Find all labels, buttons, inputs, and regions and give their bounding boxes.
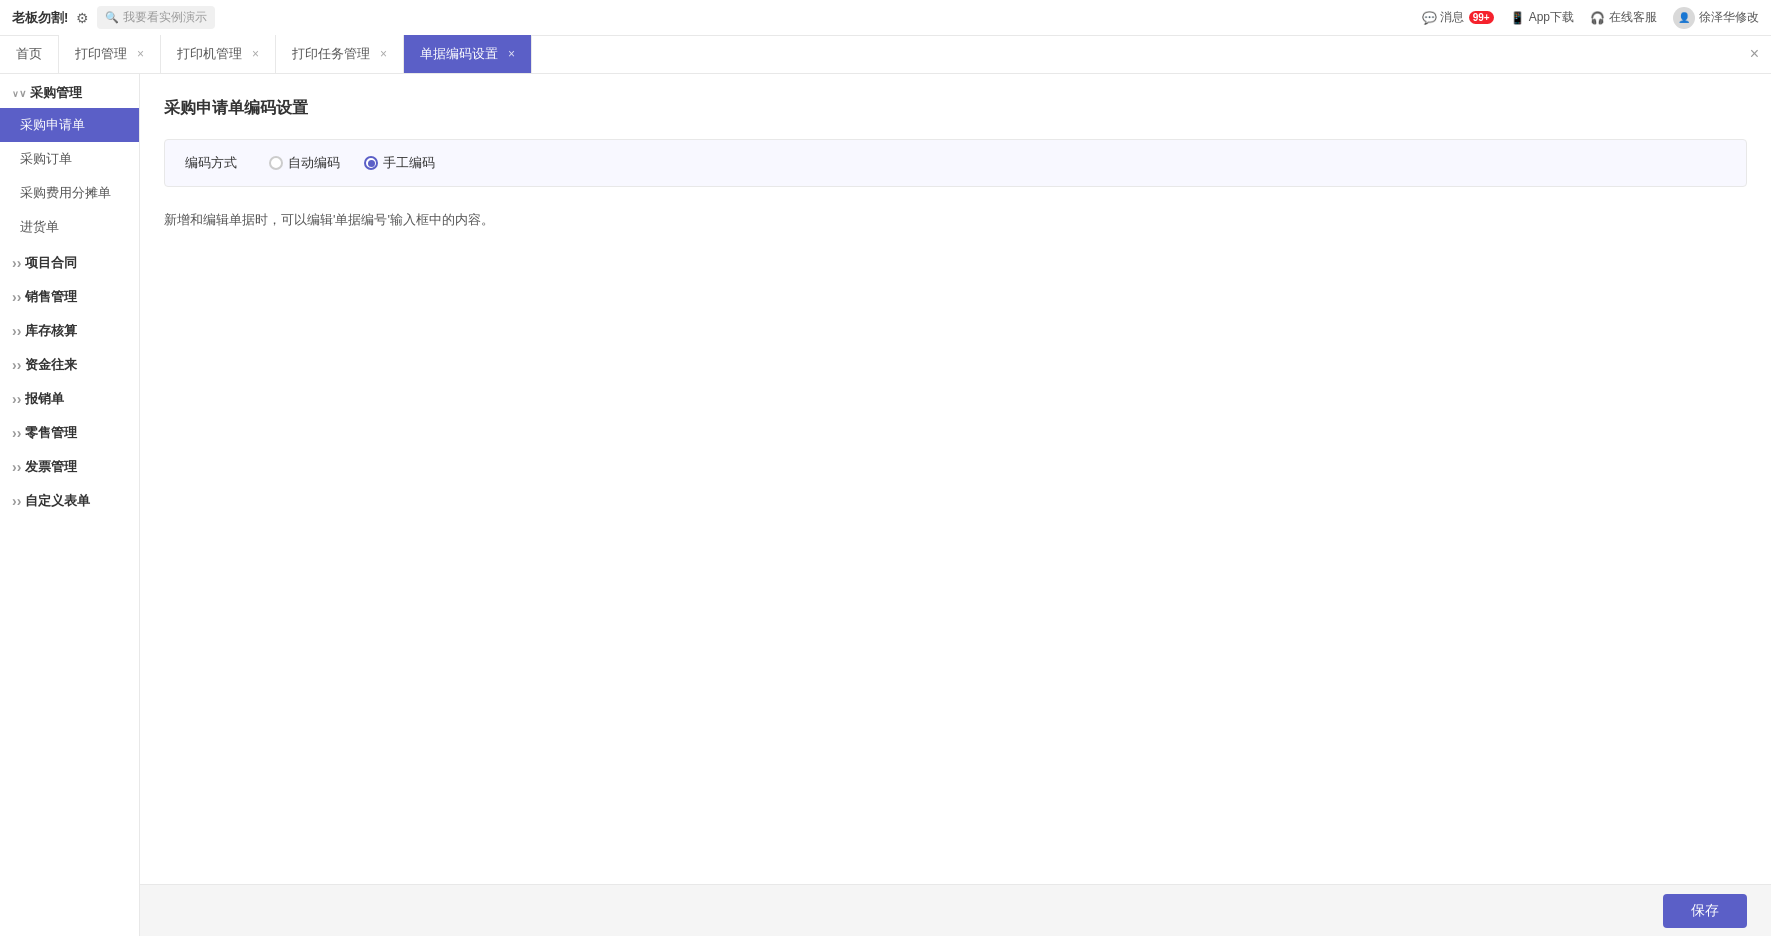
project-group-chevron: › [12,255,21,271]
online-service-label: 在线客服 [1609,9,1657,26]
search-bar[interactable]: 🔍 我要看实例演示 [97,6,215,29]
expense-group-label: 报销单 [25,390,64,408]
finance-group-chevron: › [12,357,21,373]
sidebar-item-purchase-expense[interactable]: 采购费用分摊单 [0,176,139,210]
sidebar-group-custom-title[interactable]: › 自定义表单 [0,482,139,516]
online-service[interactable]: 🎧 在线客服 [1590,9,1657,26]
sidebar-group-retail-title[interactable]: › 零售管理 [0,414,139,448]
top-bar-right: 💬 消息 99+ 📱 App下载 🎧 在线客服 👤 徐泽华修改 [1422,7,1759,29]
sidebar-group-purchase-title[interactable]: ∨ 采购管理 [0,74,139,108]
search-placeholder: 我要看实例演示 [123,9,207,26]
sidebar-group-inventory-title[interactable]: › 库存核算 [0,312,139,346]
retail-group-chevron: › [12,425,21,441]
sidebar-group-inventory: › 库存核算 [0,312,139,346]
notice-icon: 💬 [1422,11,1437,25]
global-close-button[interactable]: × [1738,35,1771,73]
custom-group-label: 自定义表单 [25,492,90,510]
notice-area[interactable]: 💬 消息 99+ [1422,9,1494,26]
sidebar-group-sales: › 销售管理 [0,278,139,312]
tabs-bar: 首页 打印管理 × 打印机管理 × 打印任务管理 × 单据编码设置 × × [0,36,1771,74]
sidebar-item-purchase-receipt[interactable]: 进货单 [0,210,139,244]
sidebar-group-custom: › 自定义表单 [0,482,139,516]
sidebar-group-finance: › 资金往来 [0,346,139,380]
retail-group-label: 零售管理 [25,424,77,442]
save-button[interactable]: 保存 [1663,894,1747,928]
hint-text: 新增和编辑单据时，可以编辑'单据编号'输入框中的内容。 [164,203,1747,237]
auto-encode-option[interactable]: 自动编码 [269,154,340,172]
main-layout: ∨ 采购管理 采购申请单 采购订单 采购费用分摊单 进货单 › 项目合同 [0,74,1771,936]
sidebar-group-project-title[interactable]: › 项目合同 [0,244,139,278]
headset-icon: 🎧 [1590,11,1605,25]
page-title: 采购申请单编码设置 [164,98,1747,119]
encoding-label: 编码方式 [185,154,237,172]
tab-print-management-label: 打印管理 [75,45,127,63]
notice-label: 消息 [1440,9,1464,26]
manual-encode-label: 手工编码 [383,154,435,172]
content-footer: 保存 [140,884,1771,936]
top-bar: 老板勿割! ⚙ 🔍 我要看实例演示 💬 消息 99+ 📱 App下载 🎧 在线客… [0,0,1771,36]
settings-icon[interactable]: ⚙ [76,10,89,26]
app-download[interactable]: 📱 App下载 [1510,9,1574,26]
sidebar-group-finance-title[interactable]: › 资金往来 [0,346,139,380]
tab-barcode-settings-label: 单据编码设置 [420,45,498,63]
tab-home-label: 首页 [16,45,42,63]
tab-printer-management-close[interactable]: × [252,47,259,61]
tab-home[interactable]: 首页 [0,35,59,73]
sidebar-group-sales-title[interactable]: › 销售管理 [0,278,139,312]
content-area: 采购申请单编码设置 编码方式 自动编码 手工编码 新增和编辑单据时，可以编辑'单… [140,74,1771,936]
user-info[interactable]: 👤 徐泽华修改 [1673,7,1759,29]
auto-encode-radio[interactable] [269,156,283,170]
sidebar-group-expense: › 报销单 [0,380,139,414]
sidebar: ∨ 采购管理 采购申请单 采购订单 采购费用分摊单 进货单 › 项目合同 [0,74,140,936]
top-bar-left: 老板勿割! ⚙ 🔍 我要看实例演示 [12,6,215,29]
inventory-group-label: 库存核算 [25,322,77,340]
auto-encode-label: 自动编码 [288,154,340,172]
tab-barcode-settings[interactable]: 单据编码设置 × [404,35,532,73]
content-main: 采购申请单编码设置 编码方式 自动编码 手工编码 新增和编辑单据时，可以编辑'单… [140,74,1771,884]
search-icon: 🔍 [105,11,119,24]
tab-print-management-close[interactable]: × [137,47,144,61]
encoding-section: 编码方式 自动编码 手工编码 [164,139,1747,187]
expense-group-chevron: › [12,391,21,407]
tab-print-management[interactable]: 打印管理 × [59,35,161,73]
invoice-group-chevron: › [12,459,21,475]
sidebar-group-retail: › 零售管理 [0,414,139,448]
user-name: 徐泽华修改 [1699,9,1759,26]
sidebar-group-invoice: › 发票管理 [0,448,139,482]
finance-group-label: 资金往来 [25,356,77,374]
project-group-label: 项目合同 [25,254,77,272]
sidebar-group-project: › 项目合同 [0,244,139,278]
sidebar-item-purchase-request[interactable]: 采购申请单 [0,108,139,142]
sales-group-chevron: › [12,289,21,305]
app-download-label: App下载 [1529,9,1574,26]
manual-encode-option[interactable]: 手工编码 [364,154,435,172]
sidebar-group-purchase: ∨ 采购管理 采购申请单 采购订单 采购费用分摊单 进货单 [0,74,139,244]
tab-print-task-management-label: 打印任务管理 [292,45,370,63]
brand-label: 老板勿割! [12,9,68,27]
invoice-group-label: 发票管理 [25,458,77,476]
avatar: 👤 [1673,7,1695,29]
app-download-icon: 📱 [1510,11,1525,25]
inventory-group-chevron: › [12,323,21,339]
purchase-group-label: 采购管理 [30,84,82,102]
manual-encode-radio[interactable] [364,156,378,170]
sidebar-group-invoice-title[interactable]: › 发票管理 [0,448,139,482]
tab-barcode-settings-close[interactable]: × [508,47,515,61]
purchase-group-chevron: ∨ [12,88,26,99]
tab-printer-management[interactable]: 打印机管理 × [161,35,276,73]
notice-badge: 99+ [1469,11,1494,24]
sidebar-item-purchase-order[interactable]: 采购订单 [0,142,139,176]
sales-group-label: 销售管理 [25,288,77,306]
tab-print-task-management[interactable]: 打印任务管理 × [276,35,404,73]
custom-group-chevron: › [12,493,21,509]
tab-print-task-management-close[interactable]: × [380,47,387,61]
sidebar-group-expense-title[interactable]: › 报销单 [0,380,139,414]
tab-printer-management-label: 打印机管理 [177,45,242,63]
